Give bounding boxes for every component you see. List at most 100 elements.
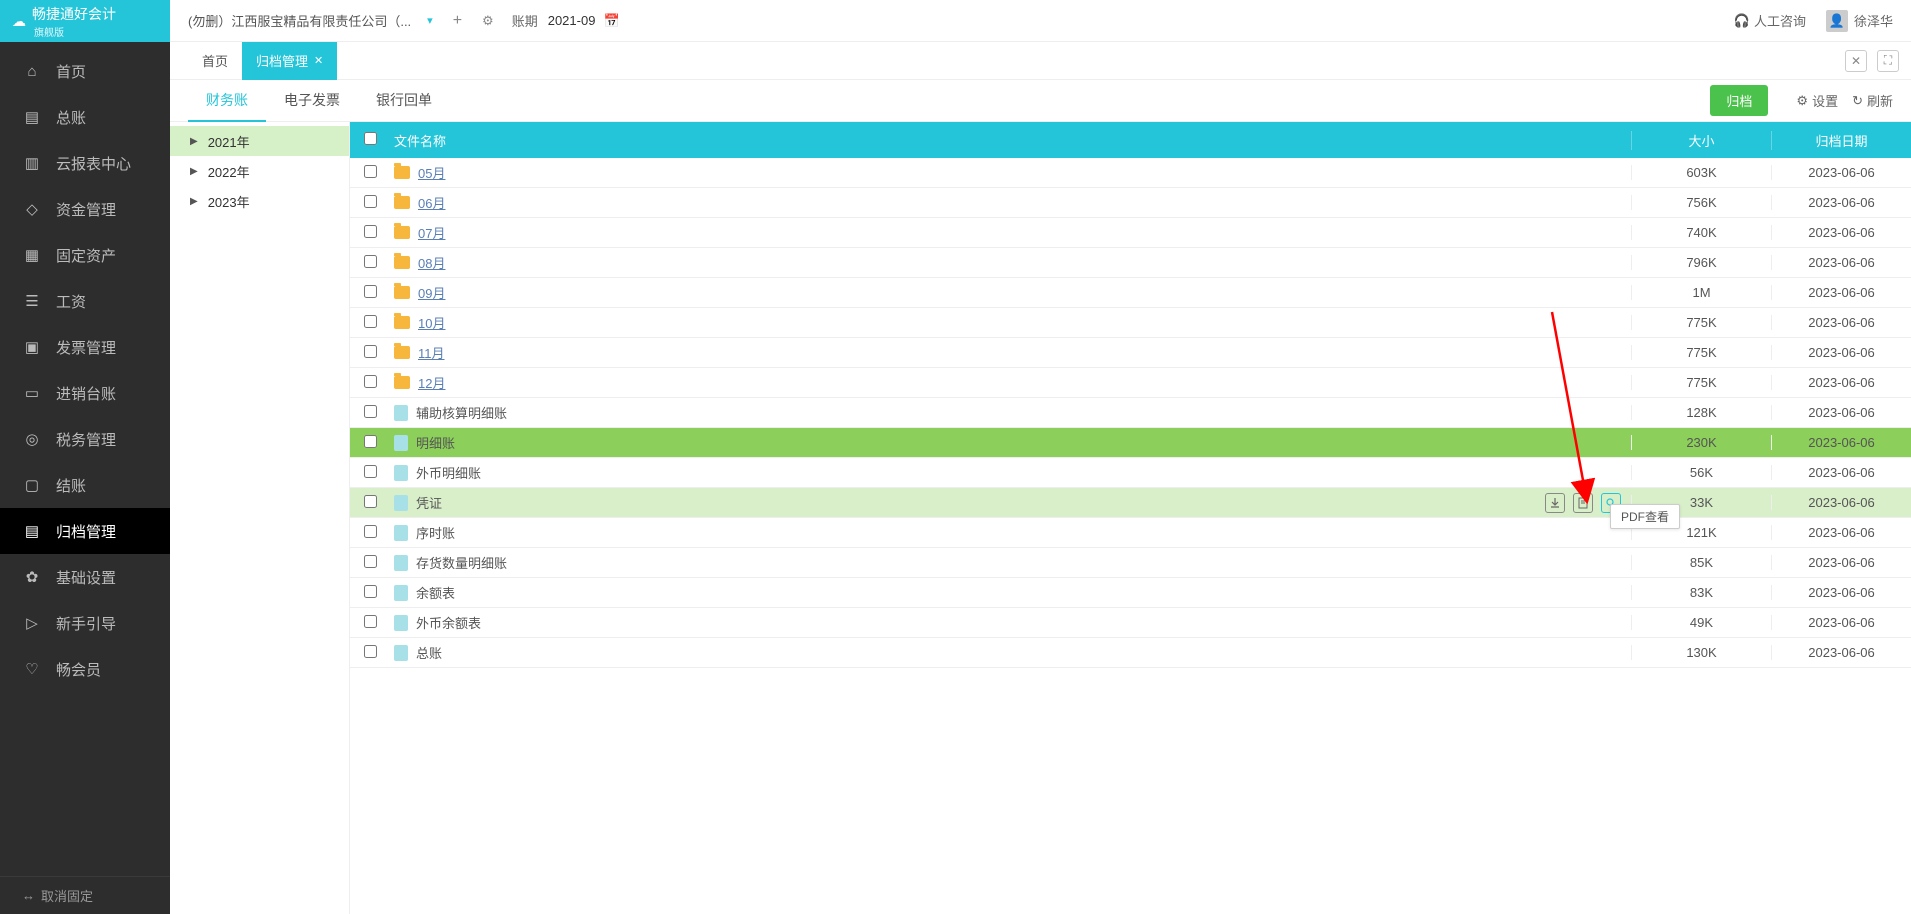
table-row[interactable]: 辅助核算明细账128K2023-06-06 — [350, 398, 1911, 428]
sidebar-item-label: 固定资产 — [56, 245, 116, 266]
pin-toggle[interactable]: ↔ 取消固定 — [0, 876, 170, 914]
tab[interactable]: 首页 — [188, 42, 242, 80]
subtab[interactable]: 银行回单 — [358, 80, 450, 122]
row-name[interactable]: 05月 — [418, 163, 445, 182]
file-icon — [394, 525, 408, 541]
table-row[interactable]: 总账130K2023-06-06 — [350, 638, 1911, 668]
table-row[interactable]: 11月775K2023-06-06 — [350, 338, 1911, 368]
row-name[interactable]: 07月 — [418, 223, 445, 242]
calendar-icon[interactable]: 📅 — [603, 13, 619, 29]
download-icon[interactable] — [1545, 493, 1565, 513]
refresh-button[interactable]: ↻ 刷新 — [1852, 91, 1893, 110]
close-tab-button[interactable]: ✕ — [1845, 50, 1867, 72]
username: 徐泽华 — [1854, 11, 1893, 30]
user-menu[interactable]: 👤 徐泽华 — [1826, 10, 1893, 32]
sidebar-item-report[interactable]: ▥云报表中心 — [0, 140, 170, 186]
table-row[interactable]: 外币余额表49K2023-06-06 — [350, 608, 1911, 638]
table-header: 文件名称 大小 归档日期 — [350, 122, 1911, 158]
row-checkbox[interactable] — [364, 195, 377, 208]
row-name[interactable]: 11月 — [418, 343, 445, 362]
row-checkbox[interactable] — [364, 165, 377, 178]
tree-item[interactable]: ▶2023年 — [170, 186, 349, 216]
row-checkbox[interactable] — [364, 525, 377, 538]
row-checkbox[interactable] — [364, 315, 377, 328]
row-checkbox[interactable] — [364, 375, 377, 388]
row-date: 2023-06-06 — [1771, 225, 1911, 240]
sidebar-item-stock[interactable]: ▭进销台账 — [0, 370, 170, 416]
tree-panel: ▶2021年▶2022年▶2023年 — [170, 122, 350, 914]
row-checkbox[interactable] — [364, 345, 377, 358]
sidebar-item-label: 新手引导 — [56, 613, 116, 634]
row-name[interactable]: 10月 — [418, 313, 445, 332]
file-icon — [394, 555, 408, 571]
settings-button[interactable]: ⚙ 设置 — [1796, 91, 1838, 110]
tree-item[interactable]: ▶2022年 — [170, 156, 349, 186]
tabs-row: 首页归档管理✕ ✕ ⛶ — [170, 42, 1911, 80]
tab[interactable]: 归档管理✕ — [242, 42, 337, 80]
row-checkbox[interactable] — [364, 435, 377, 448]
stock-icon: ▭ — [22, 384, 42, 402]
row-checkbox[interactable] — [364, 495, 377, 508]
sidebar-item-member[interactable]: ♡畅会员 — [0, 646, 170, 692]
row-checkbox[interactable] — [364, 645, 377, 658]
row-checkbox[interactable] — [364, 465, 377, 478]
fund-icon: ◇ — [22, 200, 42, 218]
table-row[interactable]: 存货数量明细账85K2023-06-06 — [350, 548, 1911, 578]
table-row[interactable]: 06月756K2023-06-06 — [350, 188, 1911, 218]
sidebar-item-ledger[interactable]: ▤总账 — [0, 94, 170, 140]
row-checkbox[interactable] — [364, 585, 377, 598]
table-row[interactable]: 09月1M2023-06-06 — [350, 278, 1911, 308]
sidebar-item-asset[interactable]: ▦固定资产 — [0, 232, 170, 278]
avatar-icon: 👤 — [1826, 10, 1848, 32]
subtab[interactable]: 财务账 — [188, 80, 266, 122]
period-label: 账期 — [512, 11, 538, 30]
fullscreen-button[interactable]: ⛶ — [1877, 50, 1899, 72]
row-name[interactable]: 08月 — [418, 253, 445, 272]
row-name[interactable]: 06月 — [418, 193, 445, 212]
add-button[interactable]: + — [453, 12, 462, 30]
sidebar-item-archive[interactable]: ▤归档管理 — [0, 508, 170, 554]
table-row[interactable]: 外币明细账56K2023-06-06 — [350, 458, 1911, 488]
pin-label: 取消固定 — [41, 886, 93, 905]
table-row[interactable]: 10月775K2023-06-06 — [350, 308, 1911, 338]
tree-item[interactable]: ▶2021年 — [170, 126, 349, 156]
sidebar-item-close[interactable]: ▢结账 — [0, 462, 170, 508]
sidebar-item-tax[interactable]: ◎税务管理 — [0, 416, 170, 462]
file-icon — [394, 645, 408, 661]
row-checkbox[interactable] — [364, 555, 377, 568]
row-checkbox[interactable] — [364, 255, 377, 268]
sidebar-item-guide[interactable]: ▷新手引导 — [0, 600, 170, 646]
pdf-icon[interactable] — [1573, 493, 1593, 513]
file-icon — [394, 615, 408, 631]
gear-icon[interactable]: ⚙ — [482, 13, 494, 29]
row-size: 1M — [1631, 285, 1771, 300]
table-row[interactable]: 07月740K2023-06-06 — [350, 218, 1911, 248]
table-row[interactable]: 12月775K2023-06-06 — [350, 368, 1911, 398]
sidebar-item-fund[interactable]: ◇资金管理 — [0, 186, 170, 232]
row-name[interactable]: 09月 — [418, 283, 445, 302]
archive-button[interactable]: 归档 — [1710, 85, 1768, 116]
sidebar-item-home[interactable]: ⌂首页 — [0, 48, 170, 94]
table-row[interactable]: 明细账230K2023-06-06 — [350, 428, 1911, 458]
sidebar-item-salary[interactable]: ☰工资 — [0, 278, 170, 324]
row-name[interactable]: 12月 — [418, 373, 445, 392]
consult-button[interactable]: 🎧 人工咨询 — [1734, 11, 1806, 30]
sidebar-item-invoice[interactable]: ▣发票管理 — [0, 324, 170, 370]
close-icon[interactable]: ✕ — [314, 54, 323, 67]
subtab[interactable]: 电子发票 — [266, 80, 358, 122]
row-date: 2023-06-06 — [1771, 525, 1911, 540]
table-row[interactable]: 05月603K2023-06-06 — [350, 158, 1911, 188]
table-row[interactable]: 余额表83K2023-06-06 — [350, 578, 1911, 608]
chevron-down-icon[interactable]: ▾ — [427, 14, 433, 27]
row-checkbox[interactable] — [364, 405, 377, 418]
select-all-checkbox[interactable] — [364, 132, 377, 145]
brand-edition: 旗舰版 — [34, 24, 116, 39]
period-value[interactable]: 2021-09 — [548, 13, 596, 28]
row-checkbox[interactable] — [364, 615, 377, 628]
company-selector[interactable]: (勿删）江西服宝精品有限责任公司（... — [188, 11, 411, 30]
row-checkbox[interactable] — [364, 225, 377, 238]
sidebar-item-settings[interactable]: ✿基础设置 — [0, 554, 170, 600]
row-checkbox[interactable] — [364, 285, 377, 298]
table-row[interactable]: 08月796K2023-06-06 — [350, 248, 1911, 278]
sidebar-item-label: 基础设置 — [56, 567, 116, 588]
